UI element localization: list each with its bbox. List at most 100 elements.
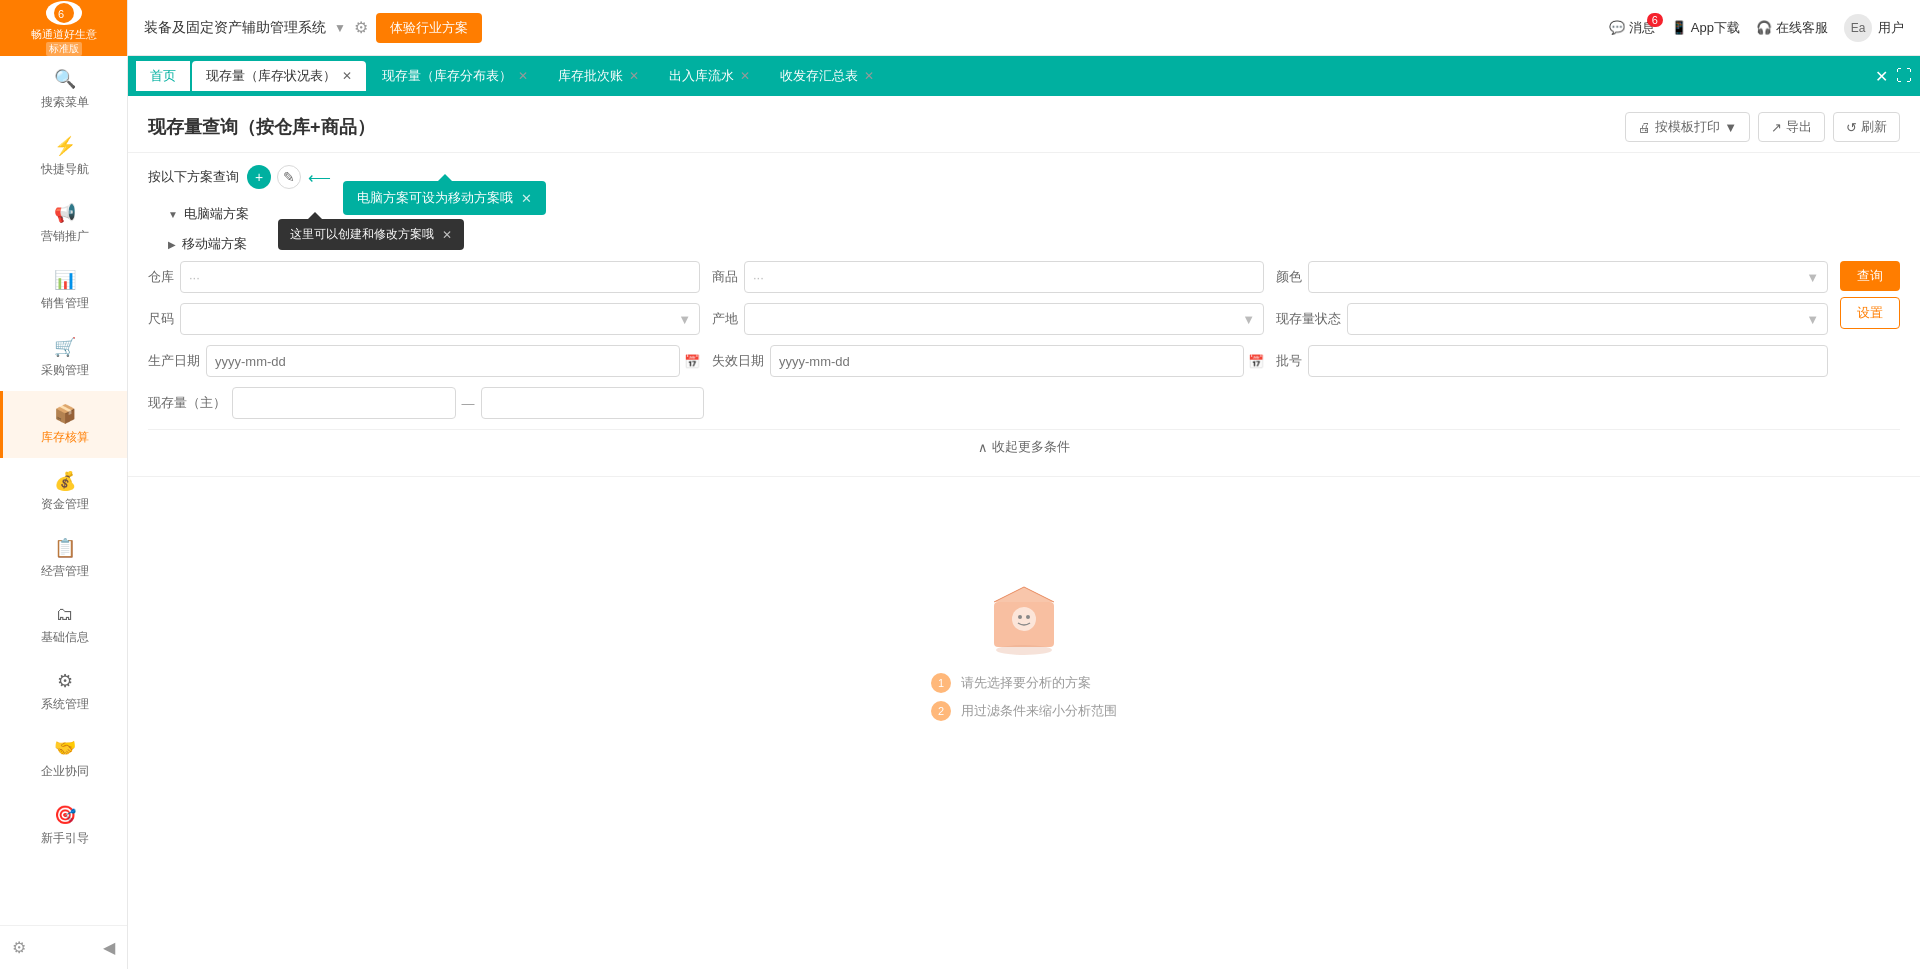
sidebar-bottom: ⚙ ◀ (0, 925, 127, 969)
tab-close-icon[interactable]: ✕ (864, 69, 874, 83)
edit-tooltip-close[interactable]: ✕ (442, 228, 452, 242)
batch-label: 批号 (1276, 352, 1302, 370)
printer-icon: 🖨 (1638, 120, 1651, 135)
header-right: 💬 消息 6 📱 App下载 🎧 在线客服 Ea 用户 (1609, 14, 1904, 42)
logo-text: 畅通道好生意 (31, 27, 97, 42)
dots-icon: ··· (189, 270, 200, 285)
tab-close-icon[interactable]: ✕ (518, 69, 528, 83)
tab-fullscreen-icon[interactable]: ⛶ (1896, 67, 1912, 85)
tab-stock-dist[interactable]: 现存量（库存分布表） ✕ (368, 61, 542, 91)
sidebar-item-sales[interactable]: 📊 销售管理 (0, 257, 127, 324)
scheme-group-mobile-label: 移动端方案 (182, 235, 247, 253)
add-scheme-button[interactable]: + (247, 165, 271, 189)
set-button[interactable]: 设置 (1840, 297, 1900, 329)
svg-point-7 (1018, 615, 1022, 619)
message-button[interactable]: 💬 消息 6 (1609, 19, 1655, 37)
tab-label: 现存量（库存分布表） (382, 67, 512, 85)
calendar-icon: 📅 (684, 354, 700, 369)
color-label: 颜色 (1276, 268, 1302, 286)
basic-icon: 🗂 (56, 604, 74, 625)
back-button[interactable]: ⟵ (307, 165, 331, 189)
stock-status-select[interactable]: ▼ (1347, 303, 1828, 335)
filter-cell-stock-status: 现存量状态 ▼ (1276, 303, 1828, 335)
export-icon: ↗ (1771, 120, 1782, 135)
print-button[interactable]: 🖨 按模板打印 ▼ (1625, 112, 1750, 142)
sidebar-item-enterprise[interactable]: 🤝 企业协同 (0, 725, 127, 792)
filter-grid: 仓库 ··· 商品 ··· 颜色 (148, 261, 1828, 429)
page-title: 现存量查询（按仓库+商品） (148, 115, 375, 139)
service-label: 在线客服 (1776, 19, 1828, 37)
scheme-popup-close[interactable]: ✕ (521, 191, 532, 206)
stock-qty-min-input[interactable] (232, 387, 456, 419)
empty-steps: 1 请先选择要分析的方案 2 用过滤条件来缩小分析范围 (931, 673, 1117, 721)
marketing-icon: 📢 (54, 202, 76, 224)
sidebar-item-purchase[interactable]: 🛒 采购管理 (0, 324, 127, 391)
sidebar-item-quick-nav[interactable]: ⚡ 快捷导航 (0, 123, 127, 190)
filter-btn-area: 查询 设置 (1840, 261, 1900, 329)
message-icon: 💬 (1609, 20, 1625, 35)
sidebar-item-marketing[interactable]: 📢 营销推广 (0, 190, 127, 257)
sidebar-item-finance[interactable]: 💰 资金管理 (0, 458, 127, 525)
collapse-sidebar-icon[interactable]: ◀ (103, 938, 115, 957)
tab-label: 出入库流水 (669, 67, 734, 85)
edit-scheme-button[interactable]: ✎ (277, 165, 301, 189)
tab-close-icon[interactable]: ✕ (629, 69, 639, 83)
trial-button[interactable]: 体验行业方案 (376, 13, 482, 43)
tab-extra-actions: ✕ ⛶ (1875, 67, 1912, 86)
logo-badge: 标准版 (46, 42, 82, 56)
sidebar-item-basic[interactable]: 🗂 基础信息 (0, 592, 127, 658)
finance-icon: 💰 (54, 470, 76, 492)
tab-batch-account[interactable]: 库存批次账 ✕ (544, 61, 653, 91)
warehouse-select[interactable]: ··· (180, 261, 700, 293)
search-button[interactable]: 查询 (1840, 261, 1900, 291)
tab-stock-status[interactable]: 现存量（库存状况表） ✕ (192, 61, 366, 91)
sidebar-item-search-menu[interactable]: 🔍 搜索菜单 (0, 56, 127, 123)
size-select[interactable]: ▼ (180, 303, 700, 335)
user-menu[interactable]: Ea 用户 (1844, 14, 1904, 42)
collapse-bar[interactable]: ∧ 收起更多条件 (148, 429, 1900, 464)
sidebar-item-label: 搜索菜单 (41, 94, 89, 111)
tab-close-all-icon[interactable]: ✕ (1875, 67, 1888, 86)
size-label: 尺码 (148, 310, 174, 328)
tab-home[interactable]: 首页 (136, 61, 190, 91)
home-tab-label: 首页 (150, 67, 176, 85)
sidebar-item-guide[interactable]: 🎯 新手引导 (0, 792, 127, 859)
expire-date-start-input[interactable] (770, 345, 1244, 377)
online-service-button[interactable]: 🎧 在线客服 (1756, 19, 1828, 37)
export-button[interactable]: ↗ 导出 (1758, 112, 1825, 142)
empty-step-1: 1 请先选择要分析的方案 (931, 673, 1117, 693)
batch-input[interactable] (1308, 345, 1828, 377)
filter-header: 按以下方案查询 + ✎ ⟵ 电脑方案可设为移动方案哦 ✕ (148, 165, 1900, 189)
sidebar-item-system[interactable]: ⚙ 系统管理 (0, 658, 127, 725)
app-download-button[interactable]: 📱 App下载 (1671, 19, 1740, 37)
filter-cell-origin: 产地 ▼ (712, 303, 1264, 335)
stock-qty-max-input[interactable] (481, 387, 705, 419)
expire-date-label: 失效日期 (712, 352, 764, 370)
settings-icon[interactable]: ⚙ (12, 938, 26, 957)
tab-receipt-summary[interactable]: 收发存汇总表 ✕ (766, 61, 888, 91)
goods-select[interactable]: ··· (744, 261, 1264, 293)
dots-icon: ··· (753, 270, 764, 285)
system-select-icon: ▼ (334, 21, 346, 35)
chevron-down-icon: ▼ (168, 209, 178, 220)
sales-icon: 📊 (54, 269, 76, 291)
sidebar-item-label: 快捷导航 (41, 161, 89, 178)
header-gear-icon[interactable]: ⚙ (354, 18, 368, 37)
step-2-num: 2 (931, 701, 951, 721)
sidebar-item-inventory[interactable]: 📦 库存核算 (0, 391, 127, 458)
tab-in-out-flow[interactable]: 出入库流水 ✕ (655, 61, 764, 91)
prod-date-start-input[interactable] (206, 345, 680, 377)
tab-close-icon[interactable]: ✕ (342, 69, 352, 83)
origin-select[interactable]: ▼ (744, 303, 1264, 335)
guide-icon: 🎯 (54, 804, 76, 826)
arrow-down-icon: ▼ (1806, 312, 1819, 327)
color-select[interactable]: ▼ (1308, 261, 1828, 293)
edit-tooltip: 这里可以创建和修改方案哦 ✕ (278, 219, 464, 250)
tab-close-icon[interactable]: ✕ (740, 69, 750, 83)
filter-grid-container: 仓库 ··· 商品 ··· 颜色 (148, 261, 1900, 429)
operations-icon: 📋 (54, 537, 76, 559)
page-header: 现存量查询（按仓库+商品） 🖨 按模板打印 ▼ ↗ 导出 ↺ 刷新 (128, 96, 1920, 153)
sidebar-item-operations[interactable]: 📋 经营管理 (0, 525, 127, 592)
refresh-button[interactable]: ↺ 刷新 (1833, 112, 1900, 142)
phone-icon: 📱 (1671, 20, 1687, 35)
